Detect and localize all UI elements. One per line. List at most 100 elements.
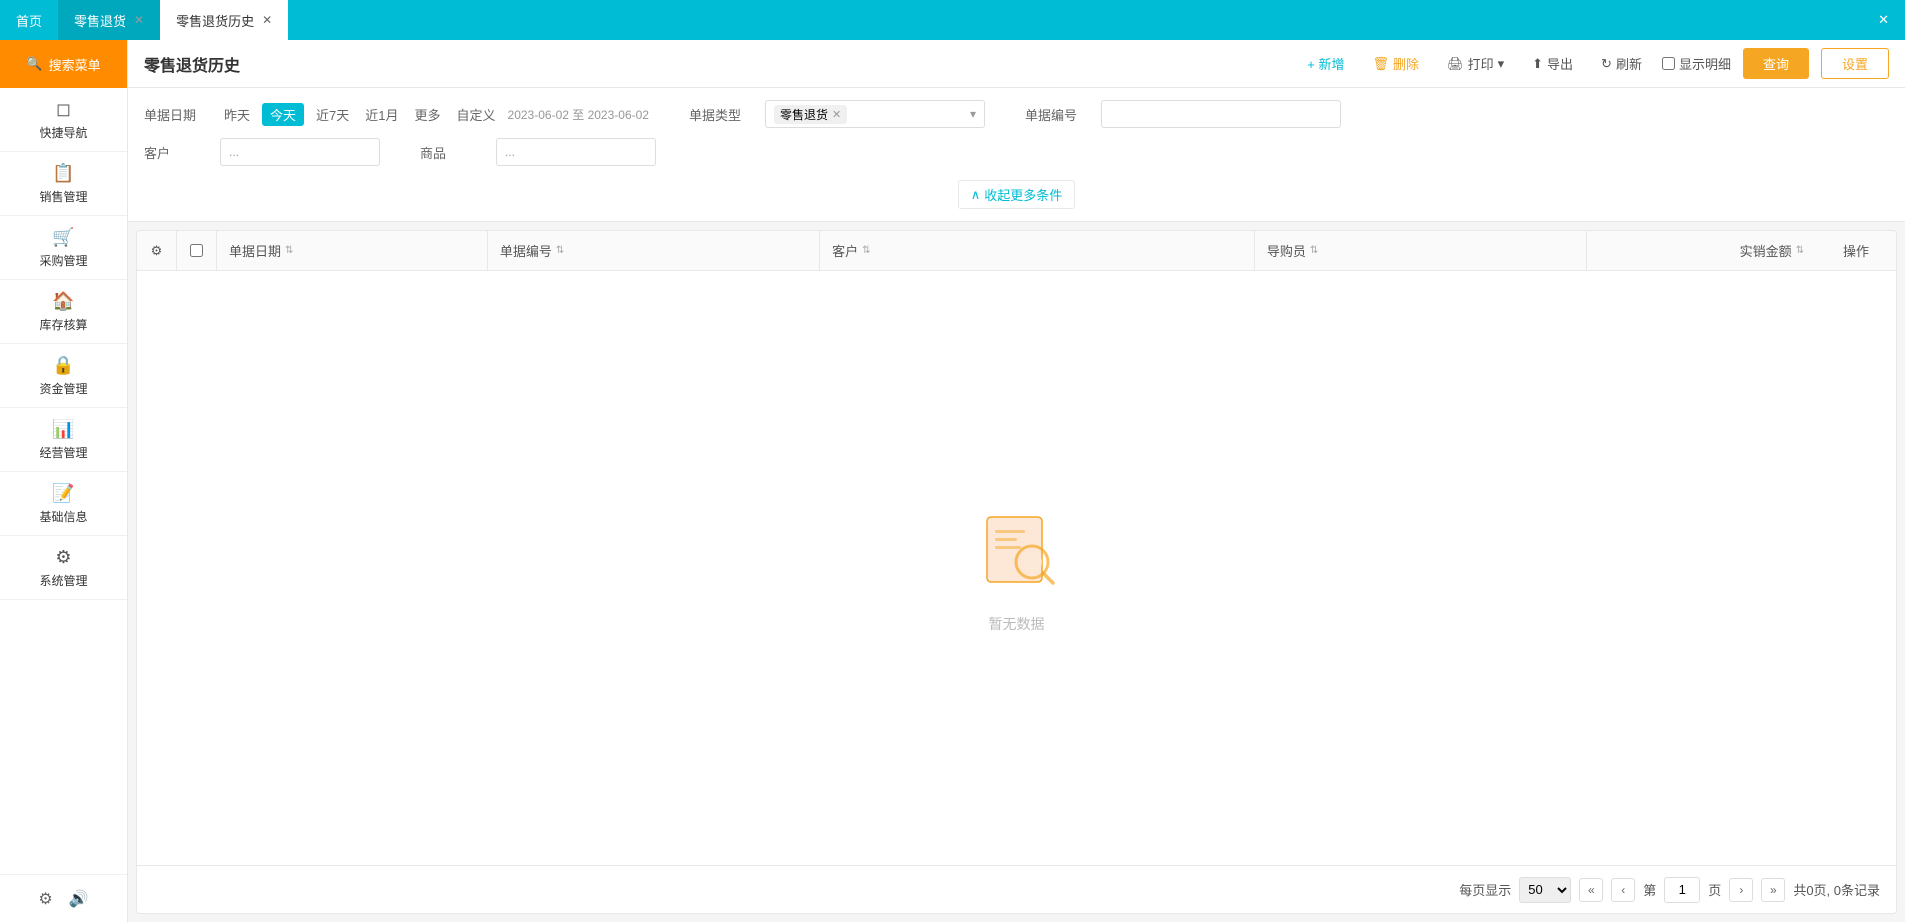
empty-text: 暂无数据 xyxy=(989,614,1045,634)
th-action: 操作 xyxy=(1816,231,1896,270)
empty-state: 暂无数据 xyxy=(137,271,1896,865)
date-options: 昨天 今天 近7天 近1月 更多 自定义 2023-06-02 至 2023-0… xyxy=(220,103,649,126)
amount-sort-icon[interactable]: ⇅ xyxy=(1796,245,1804,256)
export-button[interactable]: ⬆ 导出 xyxy=(1524,50,1581,77)
sidebar-search-label: 搜索菜单 xyxy=(49,55,101,74)
search-icon: 🔍 xyxy=(26,56,42,72)
sales-icon: 📋 xyxy=(52,163,74,184)
date-sort-icon[interactable]: ⇅ xyxy=(285,245,293,256)
next-page-btn[interactable]: › xyxy=(1729,878,1753,902)
volume-icon[interactable]: 🔊 xyxy=(69,889,89,909)
operations-icon: 📊 xyxy=(52,419,74,440)
window-close-btn[interactable]: ✕ xyxy=(1878,12,1905,28)
voucher-type-tag-close[interactable]: ✕ xyxy=(832,108,841,121)
filter-row-1: 单据日期 昨天 今天 近7天 近1月 更多 自定义 2023-06-02 至 2… xyxy=(144,100,1889,128)
goods-input[interactable]: ... xyxy=(496,138,656,166)
sidebar-search[interactable]: 🔍 搜索菜单 xyxy=(0,40,127,88)
print-button[interactable]: 🖨 打印 ▾ xyxy=(1439,50,1512,77)
base-info-icon: 📝 xyxy=(52,483,74,504)
export-label: 导出 xyxy=(1547,54,1573,73)
tab-home[interactable]: 首页 xyxy=(0,0,58,40)
show-detail-input[interactable] xyxy=(1662,57,1675,70)
sidebar-item-purchase-mgmt[interactable]: 🛒 采购管理 xyxy=(0,216,127,280)
goods-label: 商品 xyxy=(420,143,480,162)
date-opt-custom[interactable]: 自定义 xyxy=(453,103,500,126)
quick-nav-icon: ◻ xyxy=(56,99,71,120)
th-amount-label: 实销金额 xyxy=(1740,241,1792,260)
tab-retail-return[interactable]: 零售退货 ✕ xyxy=(58,0,160,40)
collapse-button[interactable]: ∧ 收起更多条件 xyxy=(958,180,1076,209)
pagination-bar: 每页显示 20 50 100 « ‹ 第 页 › » 共0页, 0条记录 xyxy=(137,865,1896,913)
page-title: 零售退货历史 xyxy=(144,52,1299,76)
sidebar-item-operations-mgmt[interactable]: 📊 经营管理 xyxy=(0,408,127,472)
first-page-btn[interactable]: « xyxy=(1579,878,1603,902)
voucher-date-label: 单据日期 xyxy=(144,105,204,124)
th-number[interactable]: 单据编号 ⇅ xyxy=(488,231,820,270)
voucher-type-arrow-icon: ▾ xyxy=(970,107,976,121)
sidebar-item-base-info[interactable]: 📝 基础信息 xyxy=(0,472,127,536)
sidebar-item-finance-mgmt[interactable]: 🔒 资金管理 xyxy=(0,344,127,408)
prev-page-btn[interactable]: ‹ xyxy=(1611,878,1635,902)
tab-retail-return-history[interactable]: 零售退货历史 ✕ xyxy=(160,0,288,40)
new-button[interactable]: + 新增 xyxy=(1299,50,1352,77)
date-range-display: 2023-06-02 至 2023-06-02 xyxy=(508,106,649,123)
collapse-row: ∧ 收起更多条件 xyxy=(144,176,1889,209)
customer-placeholder: ... xyxy=(229,145,239,159)
tab-retail-return-label: 零售退货 xyxy=(74,11,126,30)
tab-retail-return-close[interactable]: ✕ xyxy=(134,13,144,27)
th-settings[interactable]: ⚙ xyxy=(137,231,177,270)
voucher-number-input[interactable] xyxy=(1101,100,1341,128)
th-customer-label: 客户 xyxy=(832,241,858,260)
date-opt-last1m[interactable]: 近1月 xyxy=(361,103,402,126)
last-page-btn[interactable]: » xyxy=(1761,878,1785,902)
customer-sort-icon[interactable]: ⇅ xyxy=(862,245,870,256)
th-guide[interactable]: 导购员 ⇅ xyxy=(1255,231,1587,270)
collapse-label: 收起更多条件 xyxy=(984,185,1062,204)
top-bar: 首页 零售退货 ✕ 零售退货历史 ✕ ✕ xyxy=(0,0,1905,40)
th-date[interactable]: 单据日期 ⇅ xyxy=(217,231,488,270)
page-size-select[interactable]: 20 50 100 xyxy=(1519,877,1571,903)
voucher-type-label: 单据类型 xyxy=(689,105,749,124)
date-opt-today[interactable]: 今天 xyxy=(262,103,304,126)
number-sort-icon[interactable]: ⇅ xyxy=(556,245,564,256)
guide-sort-icon[interactable]: ⇅ xyxy=(1310,245,1318,256)
page-input[interactable] xyxy=(1664,877,1700,903)
sidebar-item-finance-label: 资金管理 xyxy=(39,380,87,397)
voucher-number-label: 单据编号 xyxy=(1025,105,1085,124)
th-customer[interactable]: 客户 ⇅ xyxy=(820,231,1255,270)
sidebar-item-system-mgmt[interactable]: ⚙ 系统管理 xyxy=(0,536,127,600)
th-amount[interactable]: 实销金额 ⇅ xyxy=(1587,231,1816,270)
settings-icon[interactable]: ⚙ xyxy=(38,889,52,909)
query-button[interactable]: 查询 xyxy=(1743,48,1809,79)
page-label: 第 xyxy=(1643,880,1656,899)
voucher-type-select[interactable]: 零售退货 ✕ ▾ xyxy=(765,100,985,128)
sidebar-item-quick-nav[interactable]: ◻ 快捷导航 xyxy=(0,88,127,152)
customer-input[interactable]: ... xyxy=(220,138,380,166)
select-all-checkbox[interactable] xyxy=(190,244,203,257)
sidebar-item-sales-mgmt[interactable]: 📋 销售管理 xyxy=(0,152,127,216)
filter-row-2: 客户 ... 商品 ... xyxy=(144,138,1889,166)
system-icon: ⚙ xyxy=(55,547,71,568)
show-detail-checkbox[interactable]: 显示明细 xyxy=(1662,54,1731,73)
date-opt-last7[interactable]: 近7天 xyxy=(312,103,353,126)
th-date-label: 单据日期 xyxy=(229,241,281,260)
show-detail-label: 显示明细 xyxy=(1679,54,1731,73)
goods-placeholder: ... xyxy=(505,145,515,159)
print-icon: 🖨 xyxy=(1447,56,1464,72)
sidebar-item-system-label: 系统管理 xyxy=(39,572,87,589)
delete-button[interactable]: 🗑 删除 xyxy=(1365,50,1428,77)
export-icon: ⬆ xyxy=(1532,56,1543,72)
finance-icon: 🔒 xyxy=(52,355,74,376)
page-size-label: 每页显示 xyxy=(1459,880,1511,899)
sidebar-item-inventory[interactable]: 🏠 库存核算 xyxy=(0,280,127,344)
sidebar-item-operations-label: 经营管理 xyxy=(39,444,87,461)
th-checkbox[interactable] xyxy=(177,231,217,270)
date-opt-more[interactable]: 更多 xyxy=(411,103,445,126)
customer-label: 客户 xyxy=(144,143,204,162)
sidebar-bottom: ⚙ 🔊 xyxy=(0,874,127,922)
refresh-button[interactable]: ↻ 刷新 xyxy=(1593,50,1650,77)
voucher-type-tag-text: 零售退货 xyxy=(780,106,828,123)
setting-button[interactable]: 设置 xyxy=(1821,48,1889,79)
date-opt-yesterday[interactable]: 昨天 xyxy=(220,103,254,126)
tab-retail-return-history-close[interactable]: ✕ xyxy=(262,13,272,27)
